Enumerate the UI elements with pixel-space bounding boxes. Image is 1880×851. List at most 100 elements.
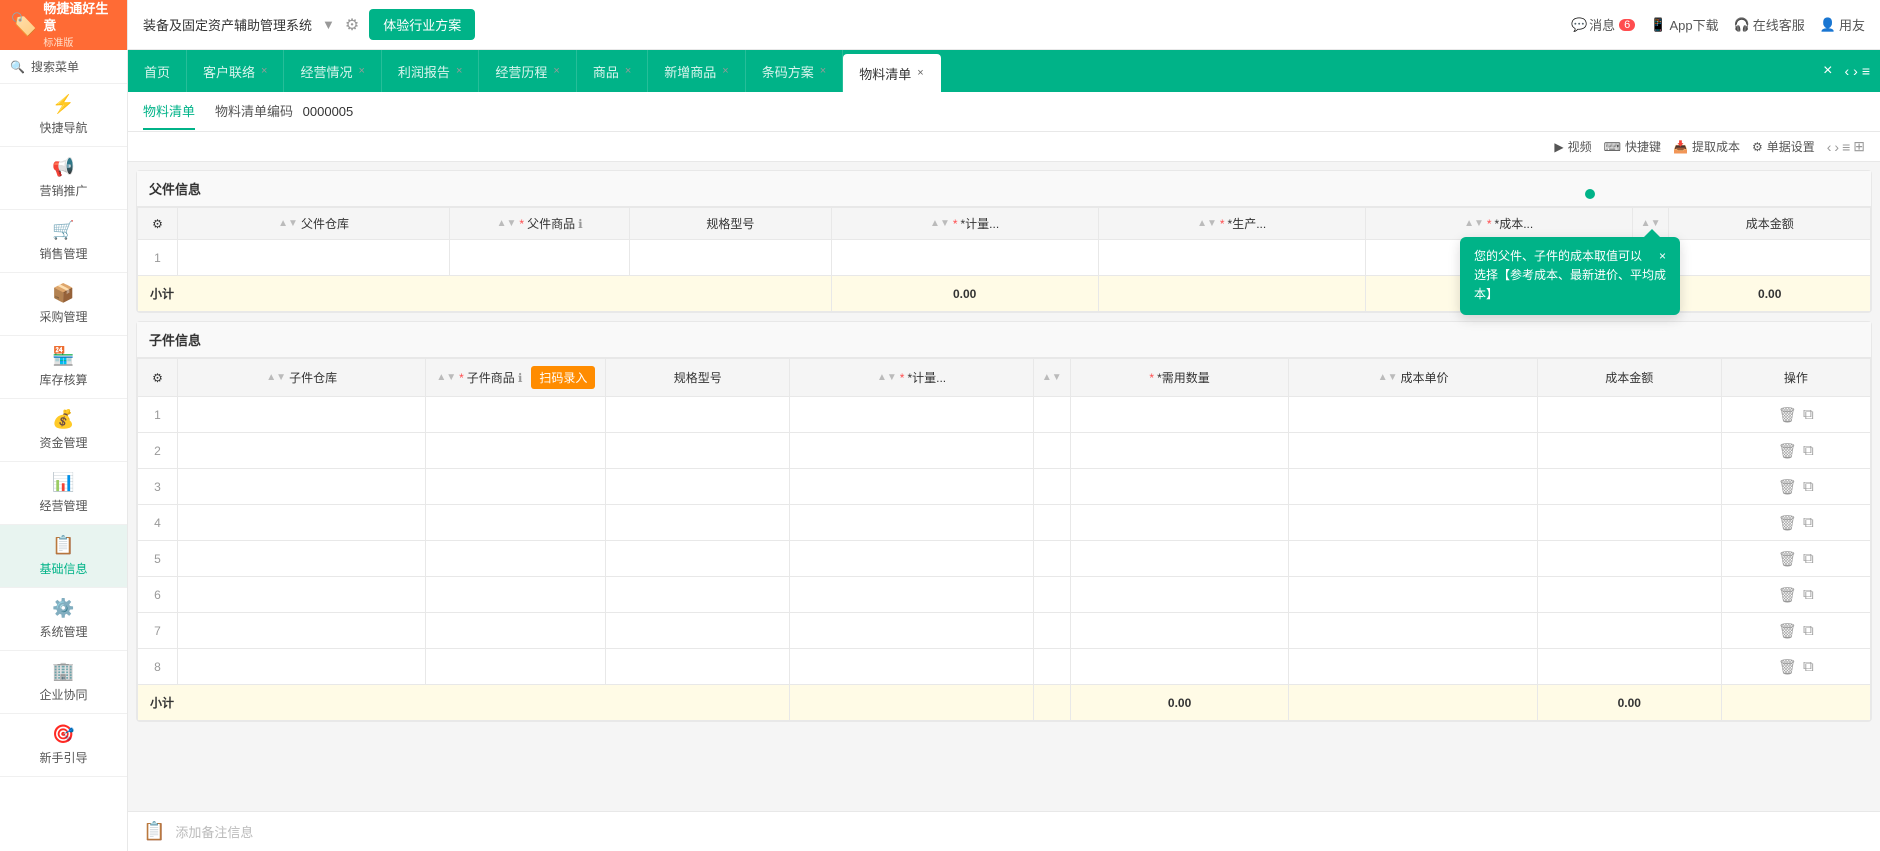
child-row-7-unit[interactable]: [790, 613, 1034, 649]
child-row-5-spec[interactable]: [606, 541, 790, 577]
tab-bom-close[interactable]: ×: [917, 67, 923, 79]
tab-profit-close[interactable]: ×: [456, 65, 462, 77]
child-row-3-copy-icon[interactable]: ⧉: [1803, 478, 1814, 496]
child-row-5-quantity[interactable]: [1070, 541, 1289, 577]
tab-bom[interactable]: 物料清单 ×: [843, 54, 940, 92]
tab-barcode-close[interactable]: ×: [820, 65, 826, 77]
child-row-2-goods[interactable]: [426, 433, 606, 469]
child-row-2-delete-icon[interactable]: 🗑: [1778, 442, 1797, 460]
tab-home[interactable]: 首页: [128, 50, 187, 92]
sidebar-item-inventory[interactable]: 🏪 库存核算: [0, 336, 127, 399]
view-list-icon[interactable]: ≡: [1842, 139, 1850, 155]
child-row-7-copy-icon[interactable]: ⧉: [1803, 622, 1814, 640]
tab-customer-close[interactable]: ×: [261, 65, 267, 77]
close-all-tabs[interactable]: ×: [1815, 62, 1840, 80]
child-row-4-spec[interactable]: [606, 505, 790, 541]
child-row-7-spec[interactable]: [606, 613, 790, 649]
child-settings-icon[interactable]: ⚙: [152, 371, 163, 385]
sidebar-item-system[interactable]: ⚙️ 系统管理: [0, 588, 127, 651]
extract-cost-button[interactable]: 📥 提取成本: [1673, 138, 1740, 155]
child-row-3-goods[interactable]: [426, 469, 606, 505]
nav-prev-icon[interactable]: ‹: [1844, 63, 1849, 79]
app-download-button[interactable]: 📱 App下载: [1650, 15, 1718, 34]
child-row-2-unit[interactable]: [790, 433, 1034, 469]
child-row-6-delete-icon[interactable]: 🗑: [1778, 586, 1797, 604]
child-row-2-copy-icon[interactable]: ⧉: [1803, 442, 1814, 460]
child-row-4-delete-icon[interactable]: 🗑: [1778, 514, 1797, 532]
child-row-1-warehouse[interactable]: [178, 397, 426, 433]
child-row-5-copy-icon[interactable]: ⧉: [1803, 550, 1814, 568]
parent-row-1-goods[interactable]: [450, 240, 630, 276]
child-row-1-spec[interactable]: [606, 397, 790, 433]
child-row-8-spec[interactable]: [606, 649, 790, 685]
child-row-1-cost-price[interactable]: [1289, 397, 1537, 433]
child-row-1-delete-icon[interactable]: 🗑: [1778, 406, 1797, 424]
message-button[interactable]: 💬 消息 6: [1571, 15, 1635, 34]
child-row-4-cost-price[interactable]: [1289, 505, 1537, 541]
child-row-7-warehouse[interactable]: [178, 613, 426, 649]
tab-ops-history[interactable]: 经营历程 ×: [479, 50, 576, 92]
sidebar-item-basics[interactable]: 📋 基础信息: [0, 525, 127, 588]
child-row-4-warehouse[interactable]: [178, 505, 426, 541]
tab-profit[interactable]: 利润报告 ×: [382, 50, 479, 92]
child-row-5-warehouse[interactable]: [178, 541, 426, 577]
child-row-6-unit[interactable]: [790, 577, 1034, 613]
child-row-5-delete-icon[interactable]: 🗑: [1778, 550, 1797, 568]
experience-button[interactable]: 体验行业方案: [369, 9, 475, 40]
tab-ops-status-close[interactable]: ×: [358, 65, 364, 77]
child-row-6-spec[interactable]: [606, 577, 790, 613]
child-row-7-goods[interactable]: [426, 613, 606, 649]
child-row-6-copy-icon[interactable]: ⧉: [1803, 586, 1814, 604]
child-row-2-cost-price[interactable]: [1289, 433, 1537, 469]
tab-ops-history-close[interactable]: ×: [553, 65, 559, 77]
child-row-7-delete-icon[interactable]: 🗑: [1778, 622, 1797, 640]
child-row-5-cost-price[interactable]: [1289, 541, 1537, 577]
sidebar-item-enterprise[interactable]: 🏢 企业协同: [0, 651, 127, 714]
child-row-1-unit[interactable]: [790, 397, 1034, 433]
child-row-8-copy-icon[interactable]: ⧉: [1803, 658, 1814, 676]
child-row-5-unit[interactable]: [790, 541, 1034, 577]
shortcut-button[interactable]: ⌨ 快捷键: [1604, 138, 1661, 155]
single-settings-button[interactable]: ⚙ 单据设置: [1752, 138, 1815, 155]
user-avatar[interactable]: 👤 用友: [1820, 15, 1865, 34]
sidebar-item-purchase[interactable]: 📦 采购管理: [0, 273, 127, 336]
child-row-4-goods[interactable]: [426, 505, 606, 541]
tab-ops-status[interactable]: 经营情况 ×: [284, 50, 381, 92]
child-row-6-cost-price[interactable]: [1289, 577, 1537, 613]
child-row-2-spec[interactable]: [606, 433, 790, 469]
child-row-3-warehouse[interactable]: [178, 469, 426, 505]
child-row-7-cost-price[interactable]: [1289, 613, 1537, 649]
page-prev-icon[interactable]: ‹: [1827, 139, 1832, 155]
child-row-4-unit[interactable]: [790, 505, 1034, 541]
child-row-8-goods[interactable]: [426, 649, 606, 685]
sidebar-item-sales[interactable]: 🛒 销售管理: [0, 210, 127, 273]
nav-menu-icon[interactable]: ≡: [1862, 63, 1870, 79]
child-row-2-quantity[interactable]: [1070, 433, 1289, 469]
child-row-3-delete-icon[interactable]: 🗑: [1778, 478, 1797, 496]
view-grid-icon[interactable]: ⊞: [1853, 138, 1865, 155]
child-row-8-warehouse[interactable]: [178, 649, 426, 685]
child-row-1-goods[interactable]: [426, 397, 606, 433]
child-row-4-quantity[interactable]: [1070, 505, 1289, 541]
tab-goods[interactable]: 商品 ×: [577, 50, 648, 92]
sidebar-item-finance[interactable]: 💰 资金管理: [0, 399, 127, 462]
tooltip-close[interactable]: ×: [1659, 247, 1666, 266]
child-row-8-quantity[interactable]: [1070, 649, 1289, 685]
page-next-icon[interactable]: ›: [1834, 139, 1839, 155]
sidebar-item-quick-nav[interactable]: ⚡ 快捷导航: [0, 84, 127, 147]
settings-cog-icon[interactable]: ⚙: [152, 217, 163, 231]
tab-new-goods-close[interactable]: ×: [722, 65, 728, 77]
child-row-3-spec[interactable]: [606, 469, 790, 505]
tab-new-goods[interactable]: 新增商品 ×: [648, 50, 745, 92]
child-row-1-quantity[interactable]: [1070, 397, 1289, 433]
parent-row-1-unit[interactable]: [831, 240, 1098, 276]
sidebar-item-operations[interactable]: 📊 经营管理: [0, 462, 127, 525]
sidebar-item-guide[interactable]: 🎯 新手引导: [0, 714, 127, 777]
child-row-4-copy-icon[interactable]: ⧉: [1803, 514, 1814, 532]
video-button[interactable]: ▶ 视频: [1554, 138, 1591, 155]
child-row-3-quantity[interactable]: [1070, 469, 1289, 505]
child-row-6-warehouse[interactable]: [178, 577, 426, 613]
child-row-7-quantity[interactable]: [1070, 613, 1289, 649]
dropdown-arrow-icon[interactable]: ▼: [322, 17, 335, 32]
sidebar-item-marketing[interactable]: 📢 营销推广: [0, 147, 127, 210]
